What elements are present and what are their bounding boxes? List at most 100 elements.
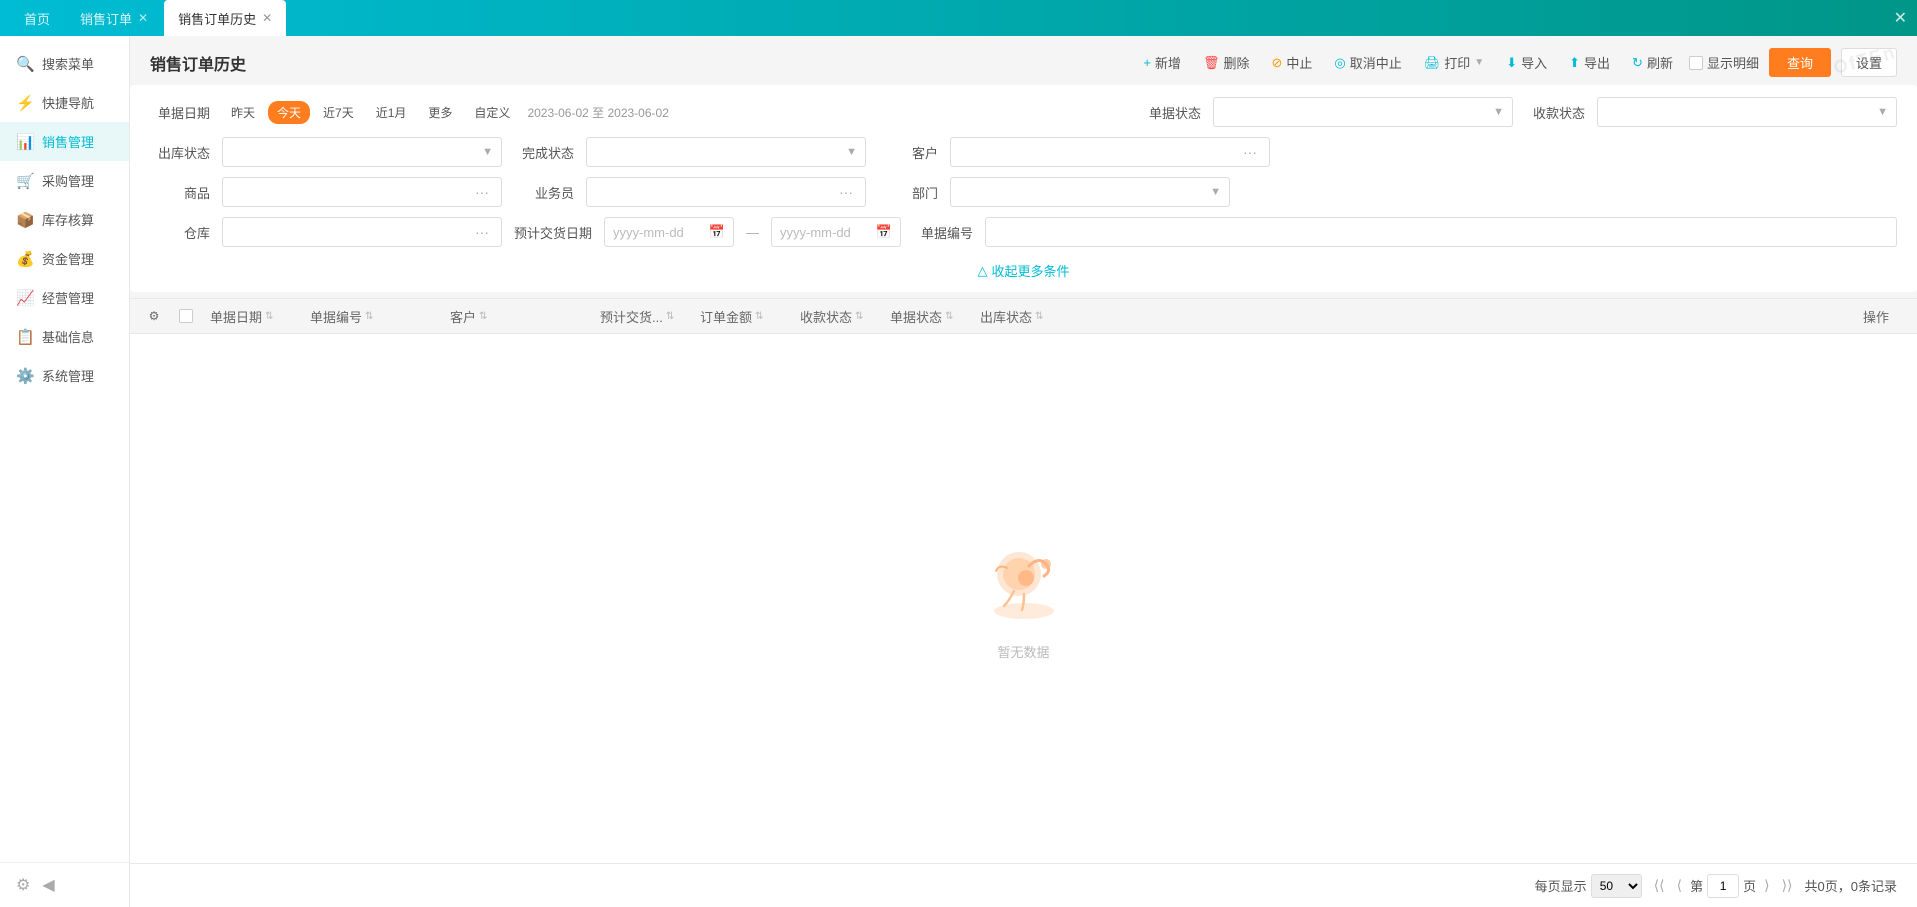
sort-date-icon: ⇅ [265, 311, 273, 322]
date-btn-today[interactable]: 今天 [268, 101, 310, 124]
th-delivery[interactable]: 预计交货... ⇅ [592, 307, 692, 326]
sort-receipt-icon: ⇅ [855, 311, 863, 322]
import-button[interactable]: ⬇ 导入 [1500, 49, 1553, 76]
th-receipt[interactable]: 收款状态 ⇅ [792, 307, 882, 326]
date-btn-yesterday[interactable]: 昨天 [222, 101, 264, 124]
window-close-icon[interactable]: ✕ [1894, 8, 1907, 28]
table-header: ⚙ 单据日期 ⇅ 单据编号 ⇅ 客户 ⇅ 预计交货... [130, 298, 1917, 334]
bill-number-label: 单据编号 [913, 223, 973, 242]
page-label-after: 页 [1743, 876, 1756, 895]
page-first-button[interactable]: ⟨⟨ [1650, 875, 1669, 896]
cancel-stop-button[interactable]: ◎ 取消中止 [1328, 49, 1407, 76]
add-label: 新增 [1155, 53, 1181, 72]
sort-bill-icon: ⇅ [945, 311, 953, 322]
import-icon: ⬇ [1506, 55, 1517, 71]
total-records: 共0页，0条记录 [1805, 876, 1897, 895]
sidebar-bottom: ⚙ ◀ [0, 862, 129, 907]
receipt-status-select[interactable]: ▼ [1597, 97, 1897, 127]
sidebar-item-quick-nav[interactable]: ⚡ 快捷导航 [0, 83, 129, 122]
bill-status-select[interactable]: ▼ [1213, 97, 1513, 127]
salesperson-dots-icon[interactable]: ··· [835, 184, 857, 200]
stop-button[interactable]: ⊘ 中止 [1265, 49, 1318, 76]
salesperson-field[interactable]: ··· [586, 177, 866, 207]
th-amount-label: 订单金额 [700, 307, 752, 326]
sidebar-item-search[interactable]: 🔍 搜索菜单 [0, 44, 129, 83]
quick-nav-icon: ⚡ [16, 94, 34, 112]
delete-button[interactable]: 🗑 删除 [1197, 49, 1256, 76]
empty-state: 暂无数据 [130, 334, 1917, 863]
display-toggle[interactable]: 显示明细 [1689, 53, 1759, 72]
department-arrow-icon: ▼ [1210, 186, 1221, 198]
bill-status-arrow-icon: ▼ [1493, 106, 1504, 118]
display-toggle-checkbox[interactable] [1689, 56, 1703, 70]
outbound-status-select[interactable]: ▼ [222, 137, 502, 167]
sidebar-item-inventory[interactable]: 📦 库存核算 [0, 200, 129, 239]
delivery-date-end[interactable]: yyyy-mm-dd 📅 [771, 217, 901, 247]
display-toggle-label: 显示明细 [1707, 53, 1759, 72]
tab-sales-order-close[interactable]: ✕ [138, 11, 148, 25]
th-amount[interactable]: 订单金额 ⇅ [692, 307, 792, 326]
th-bill-status[interactable]: 单据状态 ⇅ [882, 307, 972, 326]
sidebar-item-search-label: 搜索菜单 [42, 54, 94, 73]
th-customer[interactable]: 客户 ⇅ [442, 307, 592, 326]
header-checkbox[interactable] [179, 309, 193, 323]
receipt-status-arrow-icon: ▼ [1877, 106, 1888, 118]
product-dots-icon[interactable]: ··· [471, 184, 493, 200]
th-date[interactable]: 单据日期 ⇅ [202, 307, 302, 326]
customer-field[interactable]: ··· [950, 137, 1270, 167]
date-btn-1month[interactable]: 近1月 [367, 101, 416, 124]
query-button[interactable]: 查询 [1769, 48, 1831, 77]
collapse-button[interactable]: △ 收起更多条件 [150, 257, 1897, 280]
tab-sales-order-history[interactable]: 销售订单历史 ✕ [164, 0, 286, 36]
bill-number-input[interactable] [985, 217, 1897, 247]
product-field[interactable]: ··· [222, 177, 502, 207]
complete-status-arrow-icon: ▼ [846, 146, 857, 158]
settings-button[interactable]: 设置 [1841, 48, 1897, 77]
date-btn-more[interactable]: 更多 [419, 101, 461, 124]
tab-home-label: 首页 [24, 9, 50, 28]
page-prev-button[interactable]: ⟨ [1673, 875, 1686, 896]
add-button[interactable]: + 新增 [1137, 49, 1187, 76]
sidebar-settings-icon[interactable]: ⚙ [16, 875, 30, 895]
export-icon: ⬆ [1569, 55, 1580, 71]
th-actions-label: 操作 [1863, 307, 1889, 326]
print-button[interactable]: 🖨 打印 ▼ [1418, 49, 1490, 76]
sidebar-item-sales[interactable]: 📊 销售管理 [0, 122, 129, 161]
department-field[interactable]: ▼ [950, 177, 1230, 207]
tab-sales-order[interactable]: 销售订单 ✕ [66, 0, 162, 36]
th-settings[interactable]: ⚙ [138, 309, 170, 323]
export-button[interactable]: ⬆ 导出 [1563, 49, 1616, 76]
warehouse-dots-icon[interactable]: ··· [471, 224, 493, 240]
collapse-label: 收起更多条件 [991, 261, 1069, 280]
warehouse-field[interactable]: ··· [222, 217, 502, 247]
sidebar-item-management[interactable]: 📈 经营管理 [0, 278, 129, 317]
tab-list: 首页 销售订单 ✕ 销售订单历史 ✕ [10, 0, 286, 36]
refresh-icon: ↻ [1632, 55, 1643, 71]
page-number-input[interactable]: 1 [1707, 874, 1739, 898]
tab-sales-order-history-close[interactable]: ✕ [262, 11, 272, 25]
tab-home[interactable]: 首页 [10, 0, 64, 36]
th-checkbox[interactable] [170, 309, 202, 323]
customer-dots-icon[interactable]: ··· [1239, 144, 1261, 160]
complete-status-select[interactable]: ▼ [586, 137, 866, 167]
sidebar-item-system[interactable]: ⚙️ 系统管理 [0, 356, 129, 395]
date-btn-custom[interactable]: 自定义 [465, 101, 519, 124]
sidebar-item-finance[interactable]: 💰 资金管理 [0, 239, 129, 278]
refresh-button[interactable]: ↻ 刷新 [1626, 49, 1679, 76]
date-btn-7days[interactable]: 近7天 [314, 101, 363, 124]
refresh-label: 刷新 [1647, 53, 1673, 72]
sort-outbound-icon: ⇅ [1035, 311, 1043, 322]
page-size-select[interactable]: 20 50 100 [1591, 874, 1642, 898]
th-number[interactable]: 单据编号 ⇅ [302, 307, 442, 326]
tab-sales-order-label: 销售订单 [80, 9, 132, 28]
page-next-button[interactable]: ⟩ [1760, 875, 1773, 896]
date-range-label: 单据日期 [150, 103, 210, 122]
sort-number-icon: ⇅ [365, 311, 373, 322]
page-last-button[interactable]: ⟩⟩ [1778, 875, 1797, 896]
toolbar: + 新增 🗑 删除 ⊘ 中止 ◎ 取消中止 🖨 打印 [1137, 48, 1897, 77]
sidebar-item-basic-info[interactable]: 📋 基础信息 [0, 317, 129, 356]
sidebar-collapse-icon[interactable]: ◀ [42, 875, 54, 895]
sidebar-item-purchase[interactable]: 🛒 采购管理 [0, 161, 129, 200]
delivery-date-start[interactable]: yyyy-mm-dd 📅 [604, 217, 734, 247]
th-outbound[interactable]: 出库状态 ⇅ [972, 307, 1062, 326]
